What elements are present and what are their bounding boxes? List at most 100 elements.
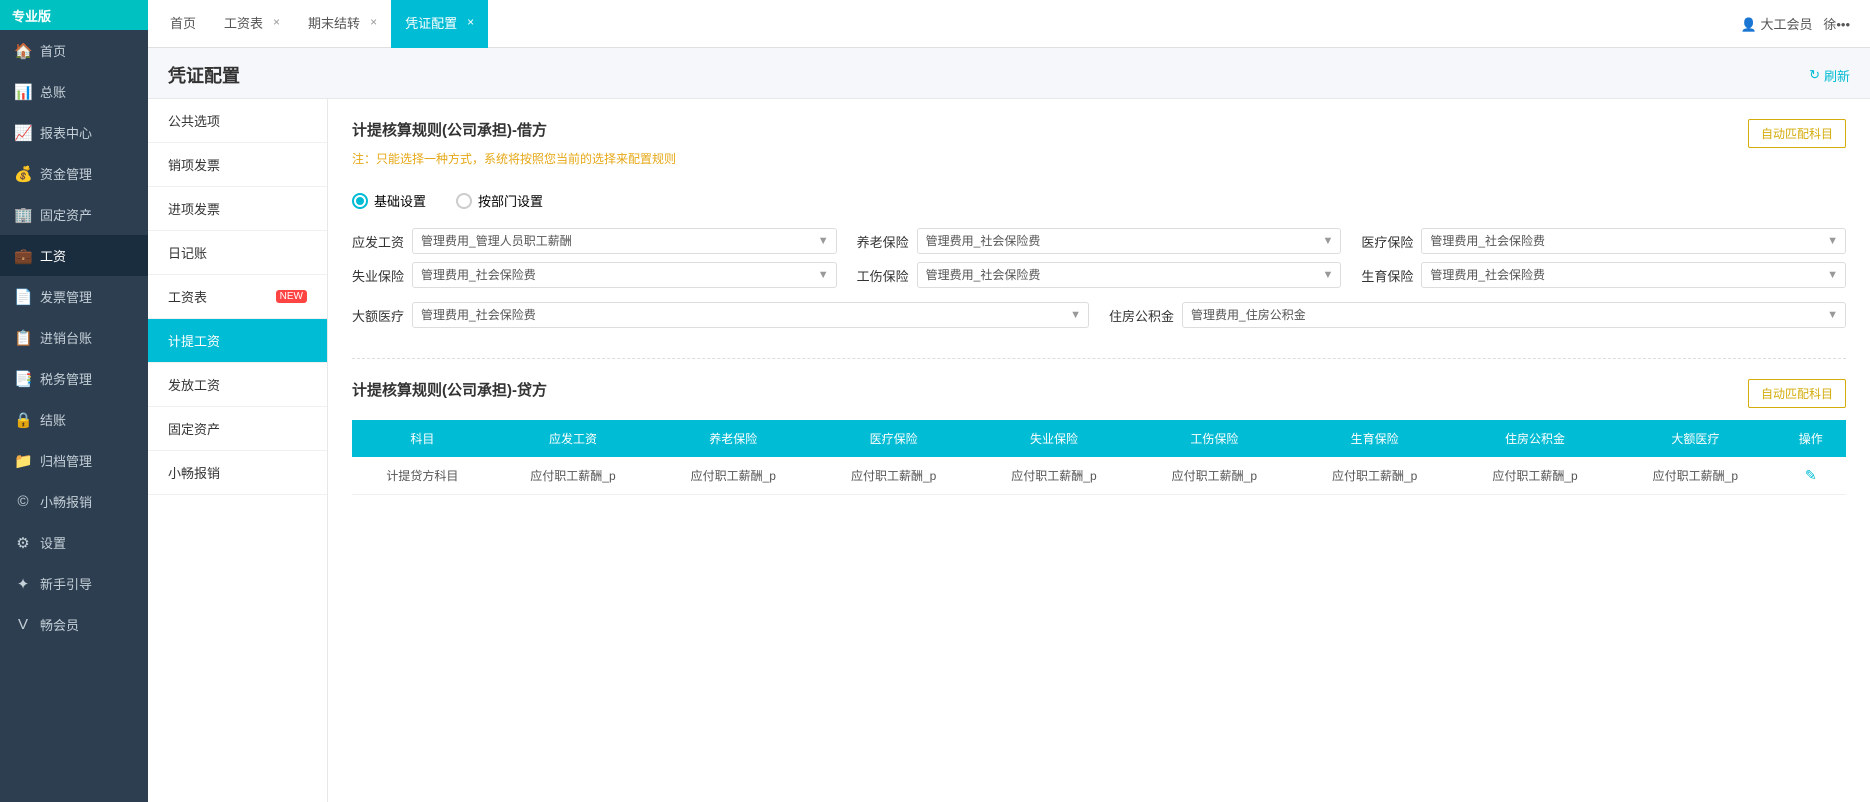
sidebar-item-invoice[interactable]: 📄 发票管理 xyxy=(0,276,148,317)
sidebar-icon-home: 🏠 xyxy=(14,42,32,60)
app-title: 专业版 xyxy=(12,6,51,25)
left-nav-item-calc-salary[interactable]: 计提工资 xyxy=(148,319,327,363)
field-gongshang-select[interactable]: 管理费用_社会保险费 xyxy=(917,262,1342,288)
cell-col-6: 应付职工薪酬_p xyxy=(1455,457,1615,495)
left-nav-item-journal[interactable]: 日记账 xyxy=(148,231,327,275)
field-gongshang-label: 工伤保险 xyxy=(857,266,909,285)
sidebar-label-settings: 设置 xyxy=(40,533,66,552)
left-nav-item-fixed-asset[interactable]: 固定资产 xyxy=(148,407,327,451)
sidebar-icon-invoice: 📄 xyxy=(14,288,32,306)
tab-close-period-close[interactable]: × xyxy=(370,15,377,29)
tab-close-salary-table[interactable]: × xyxy=(273,15,280,29)
debit-section-note: 注：只能选择一种方式，系统将按照您当前的选择来配置规则 xyxy=(352,150,676,167)
left-nav-item-debit-invoice[interactable]: 进项发票 xyxy=(148,187,327,231)
credit-auto-match-button[interactable]: 自动匹配科目 xyxy=(1748,379,1846,408)
field-yanglao-select[interactable]: 管理费用_社会保险费 xyxy=(917,228,1342,254)
sidebar-item-home[interactable]: 🏠 首页 xyxy=(0,30,148,71)
debit-auto-match-button[interactable]: 自动匹配科目 xyxy=(1748,119,1846,148)
sidebar-item-fund[interactable]: 💰资金管理 xyxy=(0,153,148,194)
field-yiliao-select[interactable]: 管理费用_社会保险费 xyxy=(1421,228,1846,254)
left-nav-item-xiaochang-exp[interactable]: 小畅报销 xyxy=(148,451,327,495)
refresh-icon: ↻ xyxy=(1809,67,1820,83)
field-daeyiliao-select[interactable]: 管理费用_社会保险费 xyxy=(412,302,1089,328)
field-daeyiliao-select-wrap: 管理费用_社会保险费 ▼ xyxy=(412,302,1089,328)
tab-home[interactable]: 首页 xyxy=(156,0,210,48)
radio-basic-label: 基础设置 xyxy=(374,191,426,210)
left-nav-label-salary-table: 工资表 xyxy=(168,287,207,306)
sidebar-item-guide[interactable]: ✦新手引导 xyxy=(0,563,148,604)
col-header-失业保险: 失业保险 xyxy=(974,420,1134,457)
sidebar-label-fund: 资金管理 xyxy=(40,164,92,183)
left-nav-item-pay-salary[interactable]: 发放工资 xyxy=(148,363,327,407)
field-daeyiliao-label: 大额医疗 xyxy=(352,306,404,325)
field-zhufang: 住房公积金 管理费用_住房公积金 ▼ xyxy=(1109,302,1846,328)
col-header-应发工资: 应发工资 xyxy=(493,420,653,457)
sidebar-icon-salary: 💼 xyxy=(14,247,32,265)
field-shiye-select[interactable]: 管理费用_社会保险费 xyxy=(412,262,837,288)
tab-period-close[interactable]: 期末结转× xyxy=(294,0,391,48)
cell-subject: 计提贷方科目 xyxy=(352,457,493,495)
col-header-大额医疗: 大额医疗 xyxy=(1615,420,1775,457)
field-shengyu-select[interactable]: 管理费用_社会保险费 xyxy=(1421,262,1846,288)
sidebar-item-ledger[interactable]: 📊总账 xyxy=(0,71,148,112)
sidebar-label-invoice: 发票管理 xyxy=(40,287,92,306)
sidebar-item-tax[interactable]: 📑税务管理 xyxy=(0,358,148,399)
sidebar-label-tax: 税务管理 xyxy=(40,369,92,388)
field-shengyu-label: 生育保险 xyxy=(1361,266,1413,285)
left-nav-item-salary-table[interactable]: 工资表 NEW xyxy=(148,275,327,319)
left-nav-label-pay-salary: 发放工资 xyxy=(168,375,220,394)
field-zhufang-select[interactable]: 管理费用_住房公积金 xyxy=(1182,302,1846,328)
debit-radio-group: 基础设置 按部门设置 xyxy=(352,191,1846,210)
tab-label-voucher-config: 凭证配置 xyxy=(405,13,457,32)
sidebar-item-member[interactable]: V畅会员 xyxy=(0,604,148,645)
field-yiliao: 医疗保险 管理费用_社会保险费 ▼ xyxy=(1361,228,1846,254)
sidebar-icon-guide: ✦ xyxy=(14,575,32,593)
table-row: 计提贷方科目应付职工薪酬_p应付职工薪酬_p应付职工薪酬_p应付职工薪酬_p应付… xyxy=(352,457,1846,495)
left-nav-item-public[interactable]: 公共选项 xyxy=(148,99,327,143)
refresh-label: 刷新 xyxy=(1824,66,1850,85)
field-shengyu: 生育保险 管理费用_社会保险费 ▼ xyxy=(1361,262,1846,288)
sidebar-label-member: 畅会员 xyxy=(40,615,79,634)
field-zhufang-select-wrap: 管理费用_住房公积金 ▼ xyxy=(1182,302,1846,328)
col-header-工伤保险: 工伤保险 xyxy=(1134,420,1294,457)
sidebar-item-asset[interactable]: 🏢固定资产 xyxy=(0,194,148,235)
edit-icon[interactable]: ✎ xyxy=(1805,467,1817,483)
tab-label-salary-table: 工资表 xyxy=(224,13,263,32)
sidebar-label-asset: 固定资产 xyxy=(40,205,92,224)
cell-col-3: 应付职工薪酬_p xyxy=(974,457,1134,495)
sidebar-item-sales[interactable]: 📋进销台账 xyxy=(0,317,148,358)
sidebar-item-salary[interactable]: 💼工资 xyxy=(0,235,148,276)
radio-dept[interactable]: 按部门设置 xyxy=(456,191,543,210)
credit-section-title: 计提核算规则(公司承担)-贷方 xyxy=(352,379,547,400)
field-yingfa-select-wrap: 管理费用_管理人员职工薪酬 ▼ xyxy=(412,228,837,254)
sidebar-item-report[interactable]: 📈报表中心 xyxy=(0,112,148,153)
page-header: 凭证配置 ↻ 刷新 xyxy=(148,48,1870,99)
debit-section: 计提核算规则(公司承担)-借方 注：只能选择一种方式，系统将按照您当前的选择来配… xyxy=(352,119,1846,328)
tab-voucher-config[interactable]: 凭证配置 × xyxy=(391,0,488,48)
sidebar-icon-report: 📈 xyxy=(14,124,32,142)
page-title: 凭证配置 xyxy=(168,62,240,88)
field-yanglao-select-wrap: 管理费用_社会保险费 ▼ xyxy=(917,228,1342,254)
refresh-button[interactable]: ↻ 刷新 xyxy=(1809,66,1850,85)
left-nav-item-credit-invoice[interactable]: 销项发票 xyxy=(148,143,327,187)
sidebar-item-xiaochangrep[interactable]: ©小畅报销 xyxy=(0,481,148,522)
top-nav-right: 👤 大工会员 徐••• xyxy=(1741,14,1862,33)
field-shengyu-select-wrap: 管理费用_社会保险费 ▼ xyxy=(1421,262,1846,288)
sidebar-label-home: 首页 xyxy=(40,41,66,60)
cell-col-5: 应付职工薪酬_p xyxy=(1295,457,1455,495)
field-yingfa-select[interactable]: 管理费用_管理人员职工薪酬 xyxy=(412,228,837,254)
sidebar-item-close[interactable]: 🔒结账 xyxy=(0,399,148,440)
new-badge-salary-table: NEW xyxy=(276,290,307,303)
sidebar-icon-sales: 📋 xyxy=(14,329,32,347)
cell-action[interactable]: ✎ xyxy=(1776,457,1846,495)
cell-col-1: 应付职工薪酬_p xyxy=(653,457,813,495)
radio-basic[interactable]: 基础设置 xyxy=(352,191,426,210)
left-nav-label-debit-invoice: 进项发票 xyxy=(168,199,220,218)
col-header-科目: 科目 xyxy=(352,420,493,457)
sidebar-icon-archive: 📁 xyxy=(14,452,32,470)
tab-salary-table[interactable]: 工资表 × xyxy=(210,0,294,48)
sidebar-item-archive[interactable]: 📁归档管理 xyxy=(0,440,148,481)
debit-form-row2: 失业保险 管理费用_社会保险费 ▼ 工伤保险 管理费用_社会保险费 xyxy=(352,262,1846,288)
sidebar-item-settings[interactable]: ⚙设置 xyxy=(0,522,148,563)
tab-close-voucher-config[interactable]: × xyxy=(467,15,474,29)
